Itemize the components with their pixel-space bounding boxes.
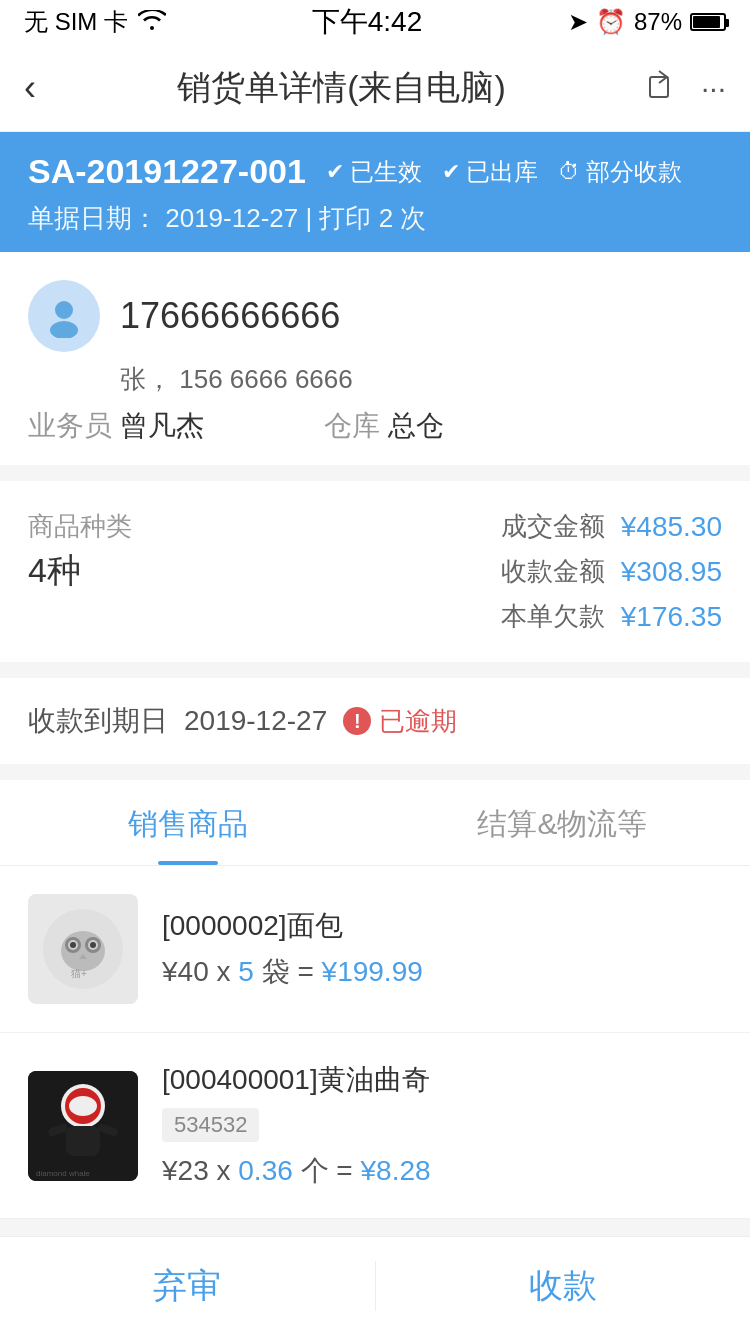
svg-text:猫+: 猫+ xyxy=(71,968,87,979)
date-value: 2019-12-27 xyxy=(165,203,298,233)
list-item: diamond whale [000400001]黄油曲奇 534532 ¥23… xyxy=(0,1033,750,1219)
product-name-1: [0000002]面包 xyxy=(162,907,722,945)
tab-settlement[interactable]: 结算&物流等 xyxy=(375,780,750,865)
summary-right: 成交金额 ¥485.30 收款金额 ¥308.95 本单欠款 ¥176.35 xyxy=(501,509,722,634)
status-partial: 部分收款 xyxy=(558,156,682,188)
banner-date-row: 单据日期： 2019-12-27 | 打印 2 次 xyxy=(28,201,722,236)
deal-amount-row: 成交金额 ¥485.30 xyxy=(501,509,722,544)
more-icon[interactable]: ··· xyxy=(701,71,726,105)
banner-row1: SA-20191227-001 已生效 已出库 部分收款 xyxy=(28,152,722,191)
product-list: 猫+ [0000002]面包 ¥40 x 5 袋 = ¥199.99 xyxy=(0,866,750,1219)
print-count-val: 2 xyxy=(379,203,393,233)
location-icon: ➤ xyxy=(568,8,588,36)
tabs-section: 销售商品 结算&物流等 xyxy=(0,780,750,866)
bottom-bar: 弃审 收款 xyxy=(0,1236,750,1334)
owe-value: ¥176.35 xyxy=(621,601,722,633)
due-label: 收款到期日 xyxy=(28,702,168,740)
list-item: 猫+ [0000002]面包 ¥40 x 5 袋 = ¥199.99 xyxy=(0,866,750,1033)
salesperson-label: 业务员 xyxy=(28,407,112,445)
summary-left: 商品种类 4种 xyxy=(28,509,132,594)
header-banner: SA-20191227-001 已生效 已出库 部分收款 单据日期： 2019-… xyxy=(0,132,750,252)
due-date: 2019-12-27 xyxy=(184,705,327,737)
abandon-review-button[interactable]: 弃审 xyxy=(0,1243,375,1329)
receipt-label: 收款金额 xyxy=(501,554,605,589)
receipt-value: ¥308.95 xyxy=(621,556,722,588)
svg-point-17 xyxy=(69,1096,97,1116)
customer-section: 17666666666 张， 156 6666 6666 业务员 曾凡杰 仓库 … xyxy=(0,252,750,465)
wifi-icon xyxy=(138,8,166,36)
page-title: 销货单详情(来自电脑) xyxy=(177,65,506,111)
status-shipped: 已出库 xyxy=(442,156,538,188)
salesperson-value: 曾凡杰 xyxy=(120,407,204,445)
customer-id: 17666666666 xyxy=(120,295,340,337)
order-id: SA-20191227-001 xyxy=(28,152,306,191)
overdue-icon: ! xyxy=(343,707,371,735)
tab-products[interactable]: 销售商品 xyxy=(0,780,375,865)
svg-point-5 xyxy=(61,931,105,971)
product-type-value: 4种 xyxy=(28,548,132,594)
product-thumb-1: 猫+ xyxy=(28,894,138,1004)
svg-rect-18 xyxy=(66,1126,100,1156)
product-total-1: ¥199.99 xyxy=(322,956,423,987)
status-left: 无 SIM 卡 xyxy=(24,6,166,38)
svg-point-2 xyxy=(55,301,73,319)
status-effective: 已生效 xyxy=(326,156,422,188)
avatar xyxy=(28,280,100,352)
product-info-2: [000400001]黄油曲奇 534532 ¥23 x 0.36 个 = ¥8… xyxy=(162,1061,722,1190)
receipt-amount-row: 收款金额 ¥308.95 xyxy=(501,554,722,589)
product-price-1: ¥40 x 5 袋 = ¥199.99 xyxy=(162,953,722,991)
product-qty-2: 0.36 xyxy=(238,1155,293,1186)
product-thumb-2: diamond whale xyxy=(28,1071,138,1181)
customer-phone: 156 6666 6666 xyxy=(179,364,353,394)
svg-point-3 xyxy=(50,321,78,338)
customer-meta: 业务员 曾凡杰 仓库 总仓 xyxy=(28,407,722,445)
product-total-2: ¥8.28 xyxy=(360,1155,430,1186)
no-sim-text: 无 SIM 卡 xyxy=(24,6,128,38)
battery-icon xyxy=(690,13,726,31)
svg-rect-0 xyxy=(650,77,668,97)
owe-label: 本单欠款 xyxy=(501,599,605,634)
svg-text:diamond whale: diamond whale xyxy=(36,1169,90,1178)
overdue-text: 已逾期 xyxy=(379,704,457,739)
status-bar: 无 SIM 卡 下午4:42 ➤ ⏰ 87% xyxy=(0,0,750,44)
share-icon[interactable] xyxy=(647,69,677,106)
alarm-icon: ⏰ xyxy=(596,8,626,36)
svg-point-11 xyxy=(90,942,96,948)
status-right: ➤ ⏰ 87% xyxy=(568,8,726,36)
product-price-2: ¥23 x 0.36 个 = ¥8.28 xyxy=(162,1152,722,1190)
product-name-2: [000400001]黄油曲奇 xyxy=(162,1061,722,1099)
nav-bar: ‹ 销货单详情(来自电脑) ··· xyxy=(0,44,750,132)
customer-contact: 张， 156 6666 6666 xyxy=(28,362,722,397)
back-button[interactable]: ‹ xyxy=(24,67,36,109)
battery-text: 87% xyxy=(634,8,682,36)
nav-icons: ··· xyxy=(647,69,726,106)
print-label: 打印 xyxy=(319,203,371,233)
deal-label: 成交金额 xyxy=(501,509,605,544)
customer-name: 张 xyxy=(120,364,146,394)
warehouse-label: 仓库 xyxy=(324,407,380,445)
customer-top: 17666666666 xyxy=(28,280,722,352)
deal-value: ¥485.30 xyxy=(621,511,722,543)
owe-amount-row: 本单欠款 ¥176.35 xyxy=(501,599,722,634)
salesperson-item: 业务员 曾凡杰 xyxy=(28,407,204,445)
product-sku-badge: 534532 xyxy=(162,1107,722,1152)
date-label: 单据日期： xyxy=(28,203,158,233)
product-qty-1: 5 xyxy=(238,956,254,987)
print-separator: | xyxy=(305,203,319,233)
collect-payment-button[interactable]: 收款 xyxy=(376,1243,751,1329)
due-section: 收款到期日 2019-12-27 ! 已逾期 xyxy=(0,678,750,764)
warehouse-item: 仓库 总仓 xyxy=(324,407,444,445)
status-time: 下午4:42 xyxy=(312,3,423,41)
warehouse-value: 总仓 xyxy=(388,407,444,445)
product-info-1: [0000002]面包 ¥40 x 5 袋 = ¥199.99 xyxy=(162,907,722,991)
summary-section: 商品种类 4种 成交金额 ¥485.30 收款金额 ¥308.95 本单欠款 ¥… xyxy=(0,481,750,662)
product-type-label: 商品种类 xyxy=(28,509,132,544)
svg-point-10 xyxy=(70,942,76,948)
overdue-badge: ! 已逾期 xyxy=(343,704,457,739)
